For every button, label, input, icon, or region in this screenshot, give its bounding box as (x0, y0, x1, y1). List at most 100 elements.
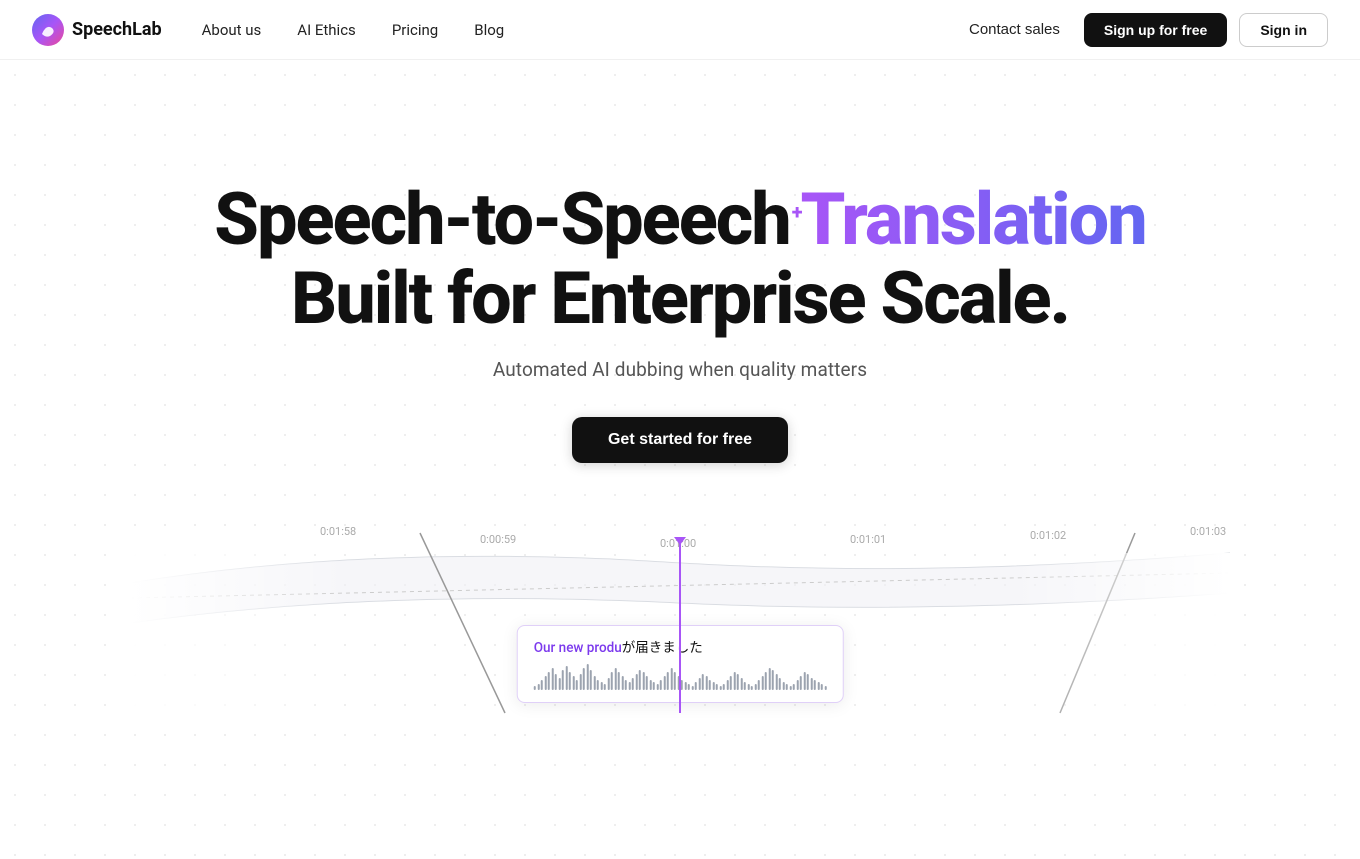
waveform-bar (768, 668, 770, 690)
waveform-bar (590, 670, 592, 690)
waveform-bar (660, 680, 662, 690)
waveform-bar (607, 678, 609, 690)
timestamp-1: 0:01:58 (320, 525, 356, 538)
waveform-bar (691, 686, 693, 690)
waveform-bar (562, 670, 564, 690)
waveform-bar (754, 684, 756, 690)
waveform-bar (653, 682, 655, 690)
signin-button[interactable]: Sign in (1239, 13, 1328, 47)
hero-title: Speech-to-Speech+Translation Built for E… (214, 180, 1145, 338)
waveform-bar (681, 680, 683, 690)
waveform-bar (576, 680, 578, 690)
waveform-bar (541, 680, 543, 690)
waveform-bar (534, 686, 536, 690)
waveform-bar (656, 684, 658, 690)
waveform-bar (747, 684, 749, 690)
nav-link-pricing[interactable]: Pricing (392, 21, 438, 39)
waveform-bar (544, 676, 546, 690)
timestamp-6: 0:01:03 (1190, 525, 1226, 538)
waveform-bar (775, 674, 777, 690)
waveform-bar (803, 672, 805, 690)
waveform-bar (695, 682, 697, 690)
waveform-bar (579, 674, 581, 690)
waveform-bar (621, 676, 623, 690)
nav-link-about[interactable]: About us (202, 21, 262, 39)
waveform-bar (632, 678, 634, 690)
waveform-bar (628, 682, 630, 690)
waveform-bar (821, 684, 823, 690)
waveform-bar (569, 672, 571, 690)
hero-title-part1: Speech-to-Speech (214, 177, 789, 262)
waveform-bar (744, 682, 746, 690)
waveform-bar (730, 676, 732, 690)
timestamp-4: 0:01:01 (850, 533, 886, 546)
waveform-bar (807, 674, 809, 690)
waveform-bar (537, 684, 539, 690)
get-started-button[interactable]: Get started for free (572, 417, 788, 463)
waveform-bar (702, 674, 704, 690)
waveform-bar (555, 674, 557, 690)
waveform-bar (772, 670, 774, 690)
waveform-bar (639, 670, 641, 690)
playhead (679, 543, 681, 713)
waveform-bar (663, 676, 665, 690)
waveform-bar (817, 682, 819, 690)
waveform-bar (593, 676, 595, 690)
nav-links: About us AI Ethics Pricing Blog (202, 20, 505, 39)
waveform-bar (740, 678, 742, 690)
speechlab-logo-icon (32, 14, 64, 46)
waveform-bar (684, 682, 686, 690)
timestamp-2: 0:00:59 (480, 533, 516, 546)
waveform-bar (719, 686, 721, 690)
waveform-bar (824, 686, 826, 690)
nav-right: Contact sales Sign up for free Sign in (957, 13, 1328, 47)
waveform-bar (604, 684, 606, 690)
subtitle-text-en: Our new produ (534, 640, 622, 656)
waveform-bar (597, 680, 599, 690)
waveform-bar (733, 672, 735, 690)
hero-subtitle: Automated AI dubbing when quality matter… (214, 358, 1145, 381)
waveform-bar (586, 664, 588, 690)
waveform-bar (551, 668, 553, 690)
waveform-bar (712, 682, 714, 690)
waveform-bar (726, 680, 728, 690)
waveform-bar (786, 684, 788, 690)
waveform-bar (635, 674, 637, 690)
signup-button[interactable]: Sign up for free (1084, 13, 1227, 47)
waveform-bar (642, 672, 644, 690)
waveform-bar (793, 684, 795, 690)
waveform-bar (737, 674, 739, 690)
waveform-bar (789, 686, 791, 690)
waveform-bar (758, 680, 760, 690)
waveform-bar (810, 678, 812, 690)
waveform-bar (625, 680, 627, 690)
nav-link-ai-ethics[interactable]: AI Ethics (297, 21, 356, 39)
waveform-bar (611, 672, 613, 690)
waveform-bar (674, 672, 676, 690)
subtitle-text-jp: が届きました (622, 640, 703, 656)
waveform-bar (558, 678, 560, 690)
waveform-bar (572, 676, 574, 690)
nav-link-blog[interactable]: Blog (474, 21, 504, 39)
waveform-bar (646, 676, 648, 690)
waveform-bar (779, 678, 781, 690)
waveform-bar (670, 668, 672, 690)
waveform-bar (751, 686, 753, 690)
hero-content: Speech-to-Speech+Translation Built for E… (214, 60, 1145, 463)
waveform-bar (709, 680, 711, 690)
waveform-bar (716, 684, 718, 690)
logo-text: SpeechLab (72, 19, 162, 40)
contact-sales-button[interactable]: Contact sales (957, 13, 1072, 46)
waveform-bar (800, 676, 802, 690)
waveform-bar (814, 680, 816, 690)
logo-link[interactable]: SpeechLab (32, 14, 162, 46)
waveform-bar (723, 684, 725, 690)
waveform-bar (548, 672, 550, 690)
waveform-bar (618, 672, 620, 690)
timeline-preview: 0:01:58 0:00:59 0:01:00 0:01:01 0:01:02 … (0, 523, 1360, 723)
waveform-bar (667, 672, 669, 690)
timestamp-5: 0:01:02 (1030, 529, 1066, 542)
waveform-bar (765, 672, 767, 690)
waveform-bar (782, 682, 784, 690)
hero-title-line2: Built for Enterprise Scale. (291, 256, 1069, 341)
